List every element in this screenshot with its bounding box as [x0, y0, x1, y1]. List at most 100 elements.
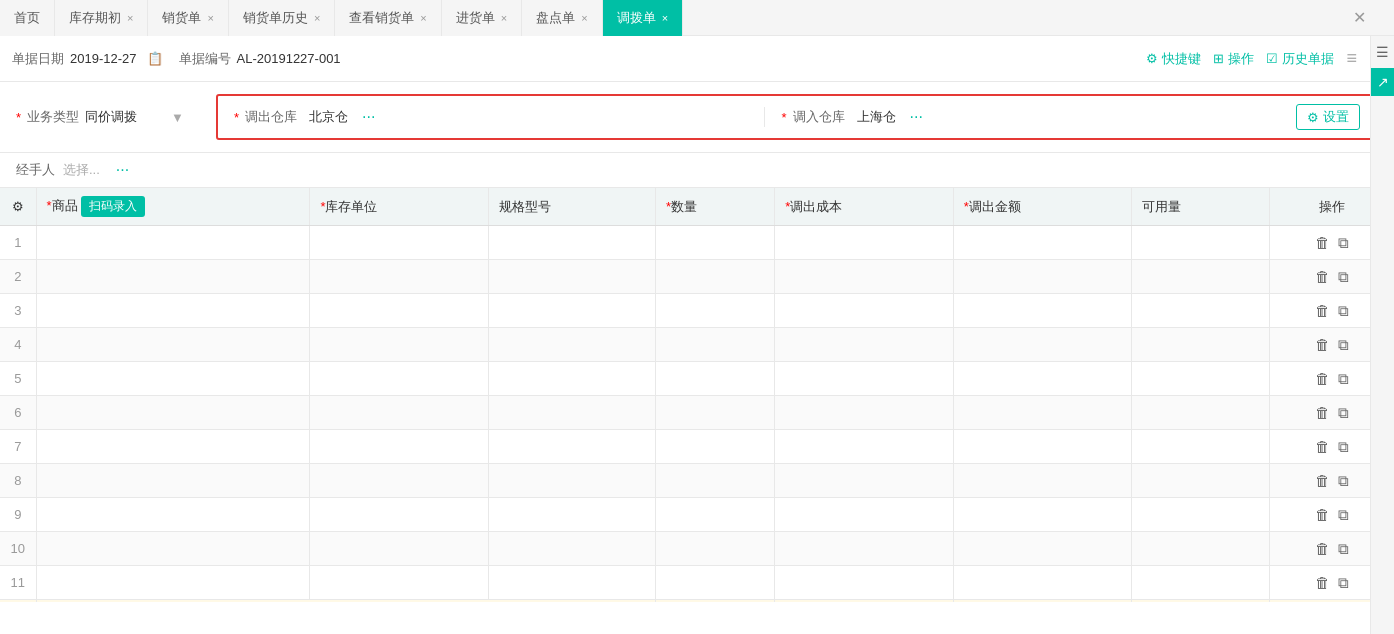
- date-value[interactable]: 2019-12-27: [70, 51, 137, 66]
- tab-inventory-count[interactable]: 盘点单 ×: [522, 0, 602, 36]
- row-3-spec[interactable]: [489, 294, 656, 328]
- th-gear[interactable]: ⚙: [0, 188, 36, 226]
- row-5-copy-btn[interactable]: ⧉: [1338, 370, 1349, 388]
- row-5-unit[interactable]: [310, 362, 489, 396]
- layout-toggle-icon[interactable]: ≡: [1346, 48, 1357, 69]
- row-10-product[interactable]: [36, 532, 310, 566]
- row-1-quantity[interactable]: [656, 226, 775, 260]
- row-9-product[interactable]: [36, 498, 310, 532]
- row-7-quantity[interactable]: [656, 430, 775, 464]
- row-7-spec[interactable]: [489, 430, 656, 464]
- row-1-available[interactable]: [1132, 226, 1269, 260]
- row-5-delete-btn[interactable]: 🗑: [1315, 370, 1330, 387]
- row-2-product[interactable]: [36, 260, 310, 294]
- row-1-product[interactable]: [36, 226, 310, 260]
- row-4-delete-btn[interactable]: 🗑: [1315, 336, 1330, 353]
- row-10-unit[interactable]: [310, 532, 489, 566]
- global-close-button[interactable]: ✕: [1353, 8, 1366, 27]
- row-10-spec[interactable]: [489, 532, 656, 566]
- personnel-more-btn[interactable]: ···: [116, 161, 129, 179]
- row-6-copy-btn[interactable]: ⧉: [1338, 404, 1349, 422]
- tab-sales-order[interactable]: 销货单 ×: [148, 0, 228, 36]
- tab-view-sales[interactable]: 查看销货单 ×: [335, 0, 441, 36]
- row-3-quantity[interactable]: [656, 294, 775, 328]
- row-5-cost[interactable]: [775, 362, 954, 396]
- row-3-available[interactable]: [1132, 294, 1269, 328]
- row-9-spec[interactable]: [489, 498, 656, 532]
- sidebar-link-icon[interactable]: ↗: [1371, 68, 1395, 96]
- tab-purchase[interactable]: 进货单 ×: [442, 0, 522, 36]
- row-8-spec[interactable]: [489, 464, 656, 498]
- row-6-unit[interactable]: [310, 396, 489, 430]
- row-4-amount[interactable]: [953, 328, 1132, 362]
- history-link[interactable]: ☑ 历史单据: [1266, 50, 1334, 68]
- row-5-product[interactable]: [36, 362, 310, 396]
- row-6-spec[interactable]: [489, 396, 656, 430]
- row-10-delete-btn[interactable]: 🗑: [1315, 540, 1330, 557]
- row-9-quantity[interactable]: [656, 498, 775, 532]
- row-3-amount[interactable]: [953, 294, 1132, 328]
- row-11-available[interactable]: [1132, 566, 1269, 600]
- row-11-amount[interactable]: [953, 566, 1132, 600]
- row-3-product[interactable]: [36, 294, 310, 328]
- row-8-amount[interactable]: [953, 464, 1132, 498]
- row-2-cost[interactable]: [775, 260, 954, 294]
- row-1-amount[interactable]: [953, 226, 1132, 260]
- row-10-amount[interactable]: [953, 532, 1132, 566]
- row-4-cost[interactable]: [775, 328, 954, 362]
- row-11-cost[interactable]: [775, 566, 954, 600]
- row-8-delete-btn[interactable]: 🗑: [1315, 472, 1330, 489]
- row-9-delete-btn[interactable]: 🗑: [1315, 506, 1330, 523]
- row-11-quantity[interactable]: [656, 566, 775, 600]
- row-5-amount[interactable]: [953, 362, 1132, 396]
- tab-inventory-init[interactable]: 库存期初 ×: [55, 0, 148, 36]
- row-6-cost[interactable]: [775, 396, 954, 430]
- row-8-cost[interactable]: [775, 464, 954, 498]
- tab-home[interactable]: 首页: [0, 0, 55, 36]
- row-2-spec[interactable]: [489, 260, 656, 294]
- row-4-available[interactable]: [1132, 328, 1269, 362]
- row-10-available[interactable]: [1132, 532, 1269, 566]
- warehouse-out-value[interactable]: 北京仓: [309, 108, 348, 126]
- row-11-copy-btn[interactable]: ⧉: [1338, 574, 1349, 592]
- row-2-copy-btn[interactable]: ⧉: [1338, 268, 1349, 286]
- row-7-cost[interactable]: [775, 430, 954, 464]
- row-9-unit[interactable]: [310, 498, 489, 532]
- row-2-unit[interactable]: [310, 260, 489, 294]
- tab-transfer-close[interactable]: ×: [662, 12, 668, 24]
- row-6-delete-btn[interactable]: 🗑: [1315, 404, 1330, 421]
- row-6-available[interactable]: [1132, 396, 1269, 430]
- row-1-cost[interactable]: [775, 226, 954, 260]
- row-5-quantity[interactable]: [656, 362, 775, 396]
- tab-sales-order-close[interactable]: ×: [207, 12, 213, 24]
- row-9-available[interactable]: [1132, 498, 1269, 532]
- row-11-unit[interactable]: [310, 566, 489, 600]
- row-8-unit[interactable]: [310, 464, 489, 498]
- row-7-amount[interactable]: [953, 430, 1132, 464]
- row-3-delete-btn[interactable]: 🗑: [1315, 302, 1330, 319]
- row-8-quantity[interactable]: [656, 464, 775, 498]
- row-7-delete-btn[interactable]: 🗑: [1315, 438, 1330, 455]
- row-4-spec[interactable]: [489, 328, 656, 362]
- operation-link[interactable]: ⊞ 操作: [1213, 50, 1254, 68]
- row-1-delete-btn[interactable]: 🗑: [1315, 234, 1330, 251]
- row-10-cost[interactable]: [775, 532, 954, 566]
- row-7-unit[interactable]: [310, 430, 489, 464]
- calendar-icon[interactable]: 📋: [147, 51, 163, 66]
- row-7-available[interactable]: [1132, 430, 1269, 464]
- row-6-product[interactable]: [36, 396, 310, 430]
- row-1-copy-btn[interactable]: ⧉: [1338, 234, 1349, 252]
- row-3-cost[interactable]: [775, 294, 954, 328]
- row-4-product[interactable]: [36, 328, 310, 362]
- settings-button[interactable]: ⚙ 设置: [1296, 104, 1360, 130]
- row-9-amount[interactable]: [953, 498, 1132, 532]
- business-type-value[interactable]: 同价调拨: [85, 108, 165, 126]
- row-9-copy-btn[interactable]: ⧉: [1338, 506, 1349, 524]
- warehouse-in-more-btn[interactable]: ···: [910, 108, 923, 126]
- row-5-spec[interactable]: [489, 362, 656, 396]
- row-4-quantity[interactable]: [656, 328, 775, 362]
- row-2-available[interactable]: [1132, 260, 1269, 294]
- tab-view-sales-close[interactable]: ×: [420, 12, 426, 24]
- row-3-unit[interactable]: [310, 294, 489, 328]
- shortcut-link[interactable]: ⚙ 快捷键: [1146, 50, 1201, 68]
